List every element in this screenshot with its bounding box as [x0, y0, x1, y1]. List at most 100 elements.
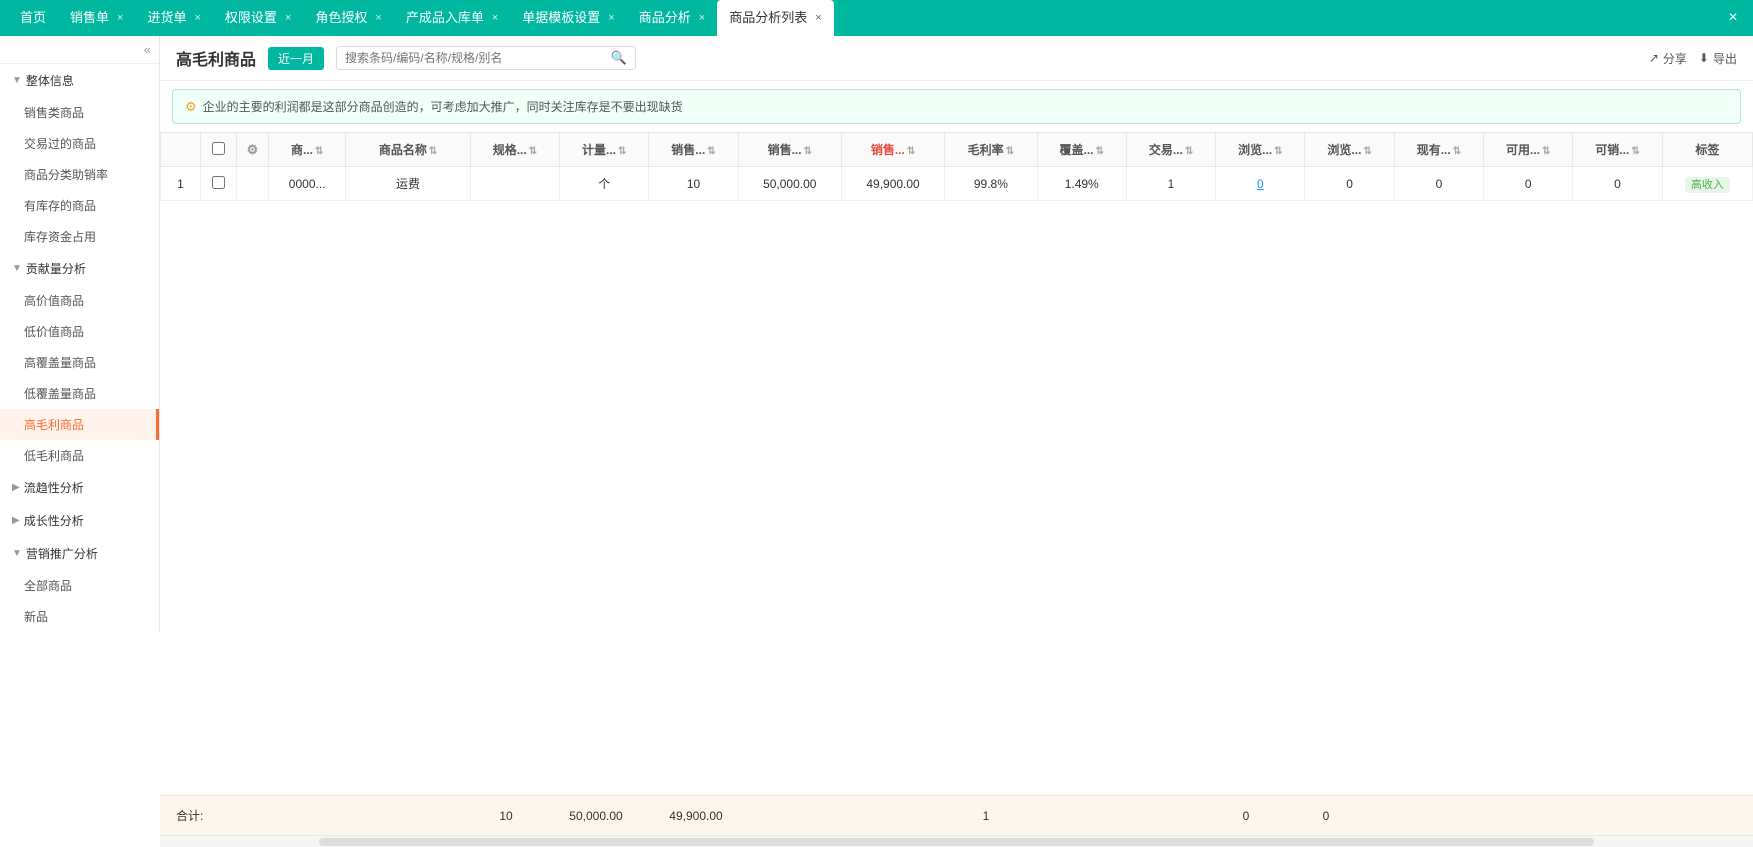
cell-name: 运费 [346, 167, 470, 201]
sidebar-group-contribution-items: 高价值商品 低价值商品 高覆盖量商品 低覆盖量商品 高毛利商品 低毛利商品 [0, 285, 159, 471]
sidebar-group-marketing[interactable]: ▼ 营销推广分析 [0, 537, 159, 570]
sidebar-item-in-stock-goods[interactable]: 有库存的商品 [0, 190, 159, 221]
cell-checkbox[interactable] [201, 167, 237, 201]
header-actions: ↗ 分享 ⬇ 导出 [1649, 50, 1737, 67]
sidebar-wrapper: « ▼ 整体信息 销售类商品 交易过的商品 商品分类助销率 有库存的商品 库存资… [0, 36, 160, 847]
col-saleable: 可销...⇅ [1573, 133, 1662, 167]
nav-close-sales[interactable]: × [117, 0, 123, 36]
select-all-checkbox[interactable] [212, 142, 225, 155]
cell-available: 0 [1484, 167, 1573, 201]
nav-close-template[interactable]: × [608, 0, 614, 36]
col-unit: 计量...⇅ [560, 133, 649, 167]
export-button[interactable]: ⬇ 导出 [1699, 50, 1737, 67]
chevron-down-icon-3: ▼ [12, 548, 22, 559]
tip-icon: ⚙ [185, 99, 197, 115]
table-row: 1 0000... 运费 个 10 50,000.00 49,900.00 99… [161, 167, 1753, 201]
sidebar-item-high-margin[interactable]: 高毛利商品 [0, 409, 159, 440]
column-settings-icon[interactable]: ⚙ [247, 142, 259, 157]
nav-close-analysis-list[interactable]: × [815, 0, 821, 36]
sidebar-group-trend[interactable]: ▶ 流趋性分析 [0, 471, 159, 504]
cell-saleable: 0 [1573, 167, 1662, 201]
footer-total: 合计: 10 50,000.00 49,900.00 1 0 0 [160, 795, 1753, 835]
tip-text: 企业的主要的利润都是这部分商品创造的，可考虑加大推广，同时关注库存是不要出现缺货 [203, 98, 683, 115]
nav-home[interactable]: 首页 [8, 0, 58, 36]
content-header: 高毛利商品 近一月 🔍 ↗ 分享 ⬇ 导出 [160, 36, 1753, 81]
chevron-right-icon-2: ▶ [12, 515, 20, 526]
cell-sales-profit: 49,900.00 [841, 167, 944, 201]
share-button[interactable]: ↗ 分享 [1649, 50, 1687, 67]
table-container[interactable]: ⚙ 商...⇅ 商品名称⇅ 规格...⇅ 计量...⇅ 销售...⇅ 销售...… [160, 132, 1753, 795]
search-input[interactable] [345, 51, 605, 65]
col-current-stock: 现有...⇅ [1394, 133, 1483, 167]
col-sales-amount: 销售...⇅ [738, 133, 841, 167]
sidebar-item-high-value[interactable]: 高价值商品 [0, 285, 159, 316]
sidebar-item-high-coverage[interactable]: 高覆盖量商品 [0, 347, 159, 378]
col-available: 可用...⇅ [1484, 133, 1573, 167]
date-range-btn[interactable]: 近一月 [268, 47, 324, 70]
sidebar-group-overall-items: 销售类商品 交易过的商品 商品分类助销率 有库存的商品 库存资金占用 [0, 97, 159, 252]
cell-browse2: 0 [1305, 167, 1394, 201]
sidebar-item-low-coverage[interactable]: 低覆盖量商品 [0, 378, 159, 409]
main-layout: « ▼ 整体信息 销售类商品 交易过的商品 商品分类助销率 有库存的商品 库存资… [0, 36, 1753, 847]
cell-coverage: 1.49% [1037, 167, 1126, 201]
col-code: 商...⇅ [269, 133, 346, 167]
sidebar-item-category-rate[interactable]: 商品分类助销率 [0, 159, 159, 190]
chevron-right-icon: ▶ [12, 482, 20, 493]
sidebar-item-stock-capital[interactable]: 库存资金占用 [0, 221, 159, 252]
horizontal-scrollbar[interactable] [160, 835, 1753, 847]
col-browse1: 浏览...⇅ [1216, 133, 1305, 167]
footer-current-stock: 0 [1206, 809, 1286, 823]
col-checkbox[interactable] [201, 133, 237, 167]
cell-sales-qty: 10 [649, 167, 738, 201]
nav-close-purchase[interactable]: × [194, 0, 200, 36]
table-header-row: ⚙ 商...⇅ 商品名称⇅ 规格...⇅ 计量...⇅ 销售...⇅ 销售...… [161, 133, 1753, 167]
sidebar-group-growth[interactable]: ▶ 成长性分析 [0, 504, 159, 537]
cell-code: 0000... [269, 167, 346, 201]
sidebar-group-marketing-items: 全部商品 新品 [0, 570, 159, 632]
sidebar-item-all-goods[interactable]: 全部商品 [0, 570, 159, 601]
nav-template-settings[interactable]: 单据模板设置 × [510, 0, 626, 36]
sidebar-collapse-btn[interactable]: « [144, 42, 151, 57]
table-body: 1 0000... 运费 个 10 50,000.00 49,900.00 99… [161, 167, 1753, 201]
nav-close-role[interactable]: × [375, 0, 381, 36]
cell-gross-rate: 99.8% [945, 167, 1037, 201]
sidebar-group-overall[interactable]: ▼ 整体信息 [0, 64, 159, 97]
nav-close-permission[interactable]: × [285, 0, 291, 36]
sidebar-item-new-goods[interactable]: 新品 [0, 601, 159, 632]
col-browse2: 浏览...⇅ [1305, 133, 1394, 167]
footer-sales-amount: 50,000.00 [546, 809, 646, 823]
sidebar-item-sales-goods[interactable]: 销售类商品 [0, 97, 159, 128]
col-tag: 标签 [1662, 133, 1752, 167]
sidebar-item-low-margin[interactable]: 低毛利商品 [0, 440, 159, 471]
sidebar-item-traded-goods[interactable]: 交易过的商品 [0, 128, 159, 159]
nav-permission-settings[interactable]: 权限设置 × [213, 0, 303, 36]
content-area: 高毛利商品 近一月 🔍 ↗ 分享 ⬇ 导出 ⚙ 企业的主要的利润都是这部分商品创… [160, 36, 1753, 847]
nav-product-inbound[interactable]: 产成品入库单 × [394, 0, 510, 36]
nav-close-analysis[interactable]: × [699, 0, 705, 36]
cell-browse1[interactable]: 0 [1216, 167, 1305, 201]
cell-tag: 高收入 [1662, 167, 1752, 201]
nav-role-auth[interactable]: 角色授权 × [303, 0, 393, 36]
sidebar: « ▼ 整体信息 销售类商品 交易过的商品 商品分类助销率 有库存的商品 库存资… [0, 36, 160, 632]
cell-spec [470, 167, 559, 201]
nav-analysis-list[interactable]: 商品分析列表 × [717, 0, 833, 36]
tip-bar: ⚙ 企业的主要的利润都是这部分商品创造的，可考虑加大推广，同时关注库存是不要出现… [172, 89, 1741, 124]
col-name: 商品名称⇅ [346, 133, 470, 167]
row-checkbox[interactable] [212, 176, 225, 189]
top-navigation: 首页 销售单 × 进货单 × 权限设置 × 角色授权 × 产成品入库单 × 单据… [0, 0, 1753, 36]
export-icon: ⬇ [1699, 51, 1709, 65]
footer-sales-profit: 49,900.00 [646, 809, 746, 823]
nav-close-inbound[interactable]: × [492, 0, 498, 36]
data-table: ⚙ 商...⇅ 商品名称⇅ 规格...⇅ 计量...⇅ 销售...⇅ 销售...… [160, 132, 1753, 201]
nav-purchase-order[interactable]: 进货单 × [135, 0, 212, 36]
nav-sales-order[interactable]: 销售单 × [58, 0, 135, 36]
footer-label: 合计: [176, 807, 466, 824]
chevron-down-icon: ▼ [12, 75, 22, 86]
sidebar-item-low-value[interactable]: 低价值商品 [0, 316, 159, 347]
window-close-button[interactable]: × [1721, 6, 1745, 30]
col-settings[interactable]: ⚙ [237, 133, 269, 167]
sidebar-group-contribution[interactable]: ▼ 贡献量分析 [0, 252, 159, 285]
search-icon[interactable]: 🔍 [611, 50, 627, 66]
nav-product-analysis[interactable]: 商品分析 × [627, 0, 717, 36]
cell-settings [237, 167, 269, 201]
